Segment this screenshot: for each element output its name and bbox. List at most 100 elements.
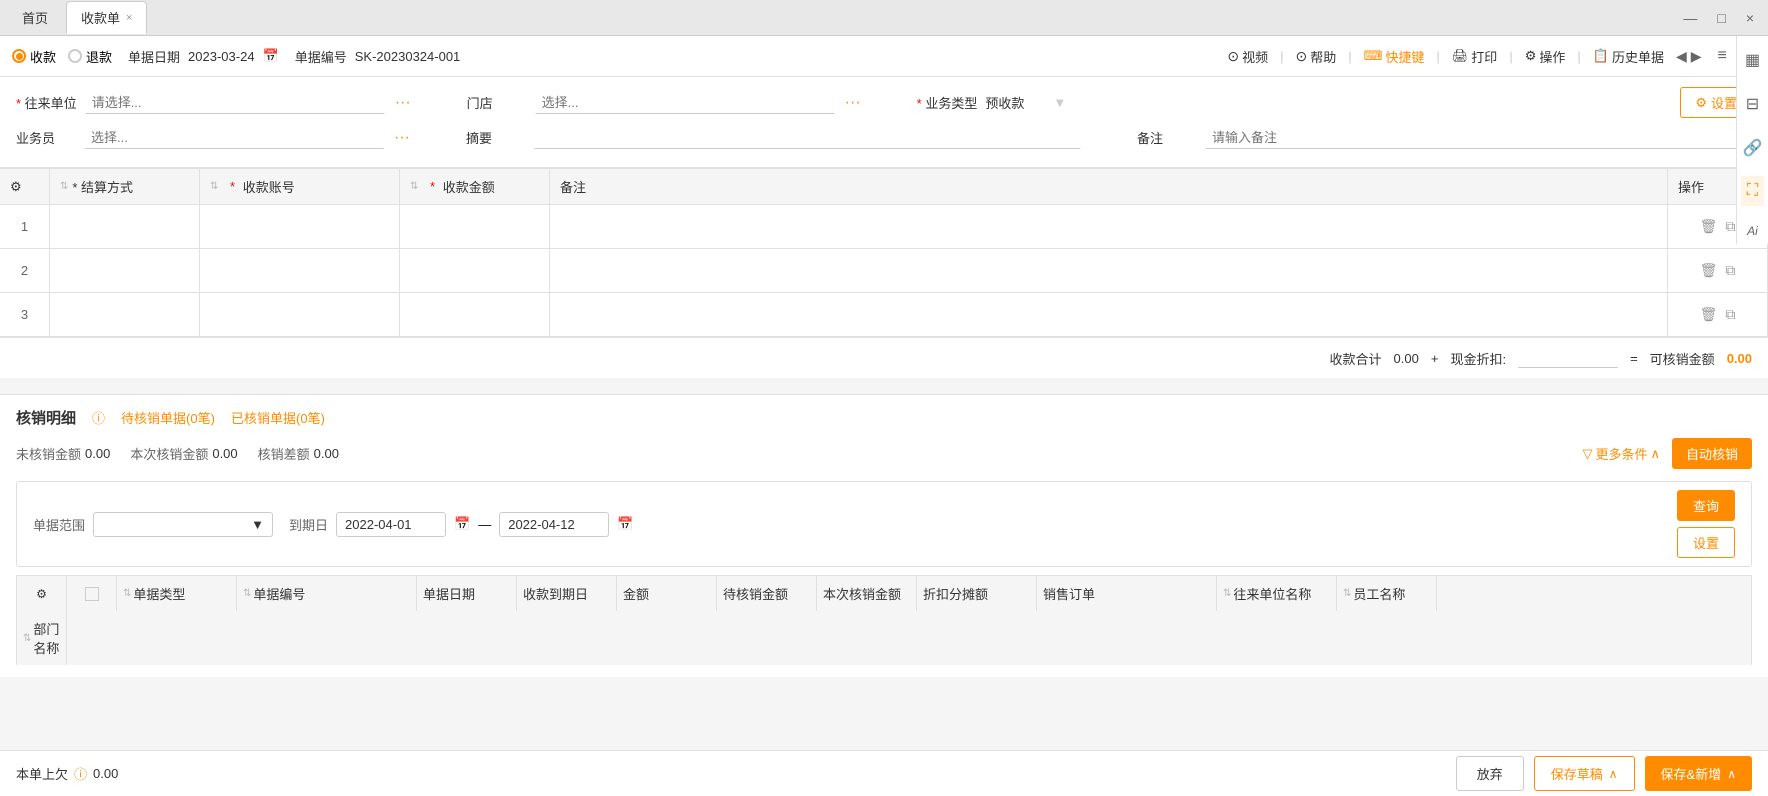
tab-bar: 首页 收款单 × — □ × [0,0,1768,36]
bth-discount: 折扣分摊额 [917,576,1037,611]
list-view-button[interactable]: ≡ [1714,45,1731,67]
header-checkbox[interactable] [85,587,99,601]
abandon-button[interactable]: 放弃 [1456,756,1524,791]
calendar-from-icon[interactable]: 📅 [454,516,470,532]
query-button[interactable]: 查询 [1677,490,1735,521]
plus-symbol: + [1431,351,1439,366]
remark-input[interactable] [1205,126,1752,149]
net-value: 0.00 [1727,351,1752,366]
close-button[interactable]: × [1740,8,1760,28]
radio-refund[interactable]: 退款 [68,47,112,66]
reconcile-info-icon[interactable]: ⓘ [92,408,105,427]
nav-prev-button[interactable]: ◀ [1676,48,1687,65]
history-button[interactable]: 📋 历史单据 [1593,47,1664,66]
row-1-copy-icon[interactable]: ⧉ [1725,218,1735,235]
row-3-amount[interactable] [400,293,550,336]
help-button[interactable]: ⊙ 帮助 [1295,47,1336,66]
pending-tab[interactable]: 待核销单据(0笔) [121,408,215,427]
row-3-settle[interactable] [50,293,200,336]
counterpart-label: 往来单位 [16,93,77,112]
tab-close-icon[interactable]: × [126,12,132,24]
keyboard-icon: ⌨ [1364,48,1383,64]
video-button[interactable]: ⊙ 视频 [1227,47,1268,66]
row-3-account[interactable] [200,293,400,336]
discount-input[interactable] [1518,348,1618,368]
calendar-to-icon[interactable]: 📅 [617,516,633,532]
counterpart-input[interactable] [85,91,385,114]
sort-dept[interactable]: ⇅ [23,633,31,644]
date-from-input[interactable] [336,512,446,537]
doc-info: 单据日期 2023-03-24 📅 单据编号 SK-20230324-001 [128,47,460,66]
range-select[interactable]: ▼ [93,512,273,537]
discount-label: 现金折扣: [1450,349,1506,368]
panel-image-icon[interactable]: ⊟ [1740,88,1765,120]
row-2-remark[interactable] [550,249,1668,292]
maximize-button[interactable]: □ [1711,8,1731,28]
summary-input[interactable] [534,126,1081,149]
auto-reconcile-button[interactable]: 自动核销 [1672,438,1752,469]
summary-label: 摘要 [466,128,526,147]
sort-doc-num[interactable]: ⇅ [243,588,251,599]
form-row-2: 业务员 ··· 摘要 备注 [16,126,1752,149]
chevron-down-icon[interactable]: ▼ [1053,95,1066,110]
store-input[interactable] [535,91,835,114]
th-index: ⚙ [0,169,50,204]
tab-home[interactable]: 首页 [8,2,62,33]
table-row: 3 🗑 ⧉ [0,293,1768,337]
row-1-amount[interactable] [400,205,550,248]
done-tab[interactable]: 已核销单据(0笔) [231,408,325,427]
tab-receipt-label: 收款单 [81,8,120,27]
tab-receipt[interactable]: 收款单 × [66,1,147,34]
bth-check[interactable] [67,576,117,611]
store-more-icon[interactable]: ··· [845,94,861,112]
staff-more-icon[interactable]: ··· [394,129,410,147]
row-1-remark[interactable] [550,205,1668,248]
row-1-settle[interactable] [50,205,200,248]
row-2-copy-icon[interactable]: ⧉ [1725,262,1735,279]
row-3-copy-icon[interactable]: ⧉ [1725,306,1735,323]
row-3-remark[interactable] [550,293,1668,336]
shortcut-button[interactable]: ⌨ 快捷键 [1364,47,1425,66]
sort-icon-account[interactable]: ⇅ [210,181,218,192]
panel-table-icon[interactable]: ▦ [1739,44,1766,76]
row-3-delete-icon[interactable]: 🗑 [1700,306,1718,323]
row-2-account[interactable] [200,249,400,292]
panel-screenshot-icon[interactable]: ⛶ [1741,176,1764,206]
counterpart-more-icon[interactable]: ··· [395,94,411,112]
panel-link-icon[interactable]: 🔗 [1737,132,1768,164]
staff-input[interactable] [84,126,384,149]
row-2-settle[interactable] [50,249,200,292]
save-new-button[interactable]: 保存&新增 ∧ [1645,756,1752,791]
operation-button[interactable]: ⚙ 操作 [1525,47,1566,66]
minimize-button[interactable]: — [1677,8,1703,28]
sort-doc-type[interactable]: ⇅ [123,588,131,599]
info-icon[interactable]: ⓘ [74,764,87,783]
sort-counterpart[interactable]: ⇅ [1223,588,1231,599]
sort-staff[interactable]: ⇅ [1343,588,1351,599]
table-settings-button[interactable]: 设置 [1677,527,1735,558]
search-form: 单据范围 ▼ 到期日 📅 — 📅 查询 设置 [16,481,1752,567]
print-button[interactable]: 🖨 打印 [1452,47,1498,66]
row-2-amount[interactable] [400,249,550,292]
th-gear-icon[interactable]: ⚙ [10,179,22,195]
section-divider [0,378,1768,386]
row-1-delete-icon[interactable]: 🗑 [1700,218,1718,235]
sort-icon-amount[interactable]: ⇅ [410,181,418,192]
save-draft-button[interactable]: 保存草稿 ∧ [1534,756,1635,791]
row-1-index: 1 [0,205,50,248]
more-conditions-button[interactable]: ▽ 更多条件 ∧ [1582,444,1660,463]
nav-next-button[interactable]: ▶ [1691,48,1702,65]
save-draft-arrow-icon: ∧ [1609,767,1618,781]
bth-current: 本次核销金额 [817,576,917,611]
ai-label[interactable]: Ai [1741,218,1764,244]
calendar-icon[interactable]: 📅 [263,48,279,64]
row-2-delete-icon[interactable]: 🗑 [1700,262,1718,279]
radio-receipt[interactable]: 收款 [12,47,56,66]
bth-gear[interactable]: ⚙ [17,576,67,611]
sort-icon-settle[interactable]: ⇅ [60,181,68,192]
bth-amount: 金额 [617,576,717,611]
row-1-account[interactable] [200,205,400,248]
reconcile-header: 核销明细 ⓘ 待核销单据(0笔) 已核销单据(0笔) [16,407,1752,428]
date-to-input[interactable] [499,512,609,537]
form-row-1: 往来单位 ··· 门店 ··· 业务类型 预收款 ▼ ⚙ 设置 [16,87,1752,118]
